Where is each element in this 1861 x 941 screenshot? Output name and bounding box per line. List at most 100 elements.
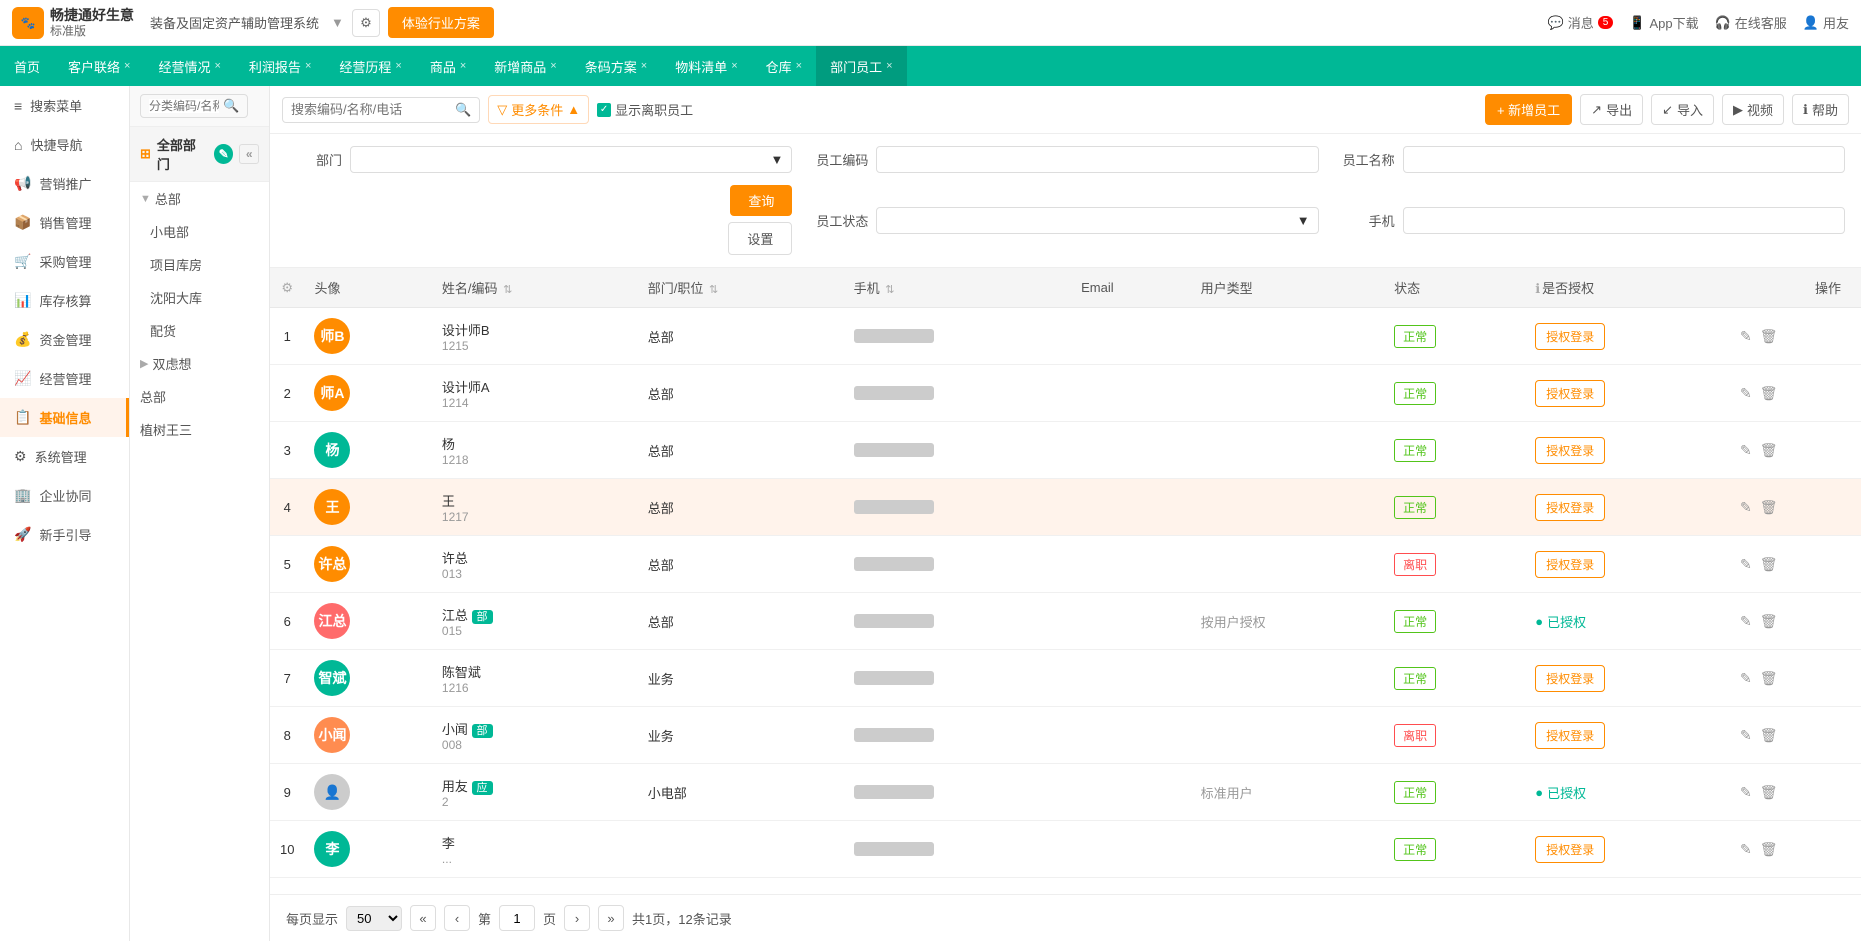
- nav-tab-首页[interactable]: 首页: [0, 46, 54, 86]
- delete-button[interactable]: 🗑: [1760, 727, 1778, 744]
- dept-node-小电部[interactable]: 小电部: [130, 215, 269, 248]
- edit-button[interactable]: ✎: [1740, 841, 1752, 858]
- dept-sort-icon[interactable]: ⇅: [709, 284, 718, 296]
- dept-all-item[interactable]: ⊞ 全部部门 ✎ «: [130, 127, 269, 182]
- dept-node-项目库房[interactable]: 项目库房: [130, 248, 269, 281]
- user-item[interactable]: 👤 用友: [1803, 13, 1849, 32]
- emp-status-select[interactable]: ▼: [876, 207, 1318, 234]
- sidebar-item-basic[interactable]: 📋基础信息: [0, 398, 129, 437]
- phone-sort-icon[interactable]: ⇅: [885, 284, 894, 296]
- dept-select[interactable]: ▼: [350, 146, 792, 173]
- page-size-select[interactable]: 50 20 100: [346, 906, 402, 931]
- current-page-input[interactable]: [499, 905, 535, 931]
- dept-collapse-btn[interactable]: ✎: [214, 144, 234, 164]
- sidebar-item-operation[interactable]: 📈经营管理: [0, 359, 129, 398]
- nav-tab-经营情况[interactable]: 经营情况×: [144, 46, 234, 86]
- close-tab-icon[interactable]: ×: [214, 60, 220, 72]
- delete-button[interactable]: 🗑: [1760, 613, 1778, 630]
- authorize-button[interactable]: 授权登录: [1535, 551, 1605, 578]
- reset-button[interactable]: 设置: [728, 222, 792, 255]
- dept-node-配货[interactable]: 配货: [130, 314, 269, 347]
- delete-button[interactable]: 🗑: [1760, 328, 1778, 345]
- nav-tab-条码方案[interactable]: 条码方案×: [571, 46, 661, 86]
- online-service-item[interactable]: 🎧 在线客服: [1715, 13, 1787, 32]
- show-resigned-checkbox[interactable]: ✓: [597, 103, 611, 117]
- last-page-btn[interactable]: »: [598, 905, 624, 931]
- prev-page-btn[interactable]: ‹: [444, 905, 470, 931]
- sidebar-item-quick-nav[interactable]: ⌂快捷导航: [0, 125, 129, 164]
- authorize-button[interactable]: 授权登录: [1535, 836, 1605, 863]
- sidebar-item-capital[interactable]: 💰资金管理: [0, 320, 129, 359]
- view-button[interactable]: ▶ 视频: [1722, 94, 1784, 125]
- authorize-button[interactable]: 授权登录: [1535, 494, 1605, 521]
- sidebar-item-inventory[interactable]: 📊库存核算: [0, 281, 129, 320]
- close-tab-icon[interactable]: ×: [460, 60, 466, 72]
- close-tab-icon[interactable]: ×: [731, 60, 737, 72]
- sidebar-item-system[interactable]: ⚙系统管理: [0, 437, 129, 476]
- first-page-btn[interactable]: «: [410, 905, 436, 931]
- dept-search-box[interactable]: 🔍: [140, 94, 248, 118]
- next-page-btn[interactable]: ›: [564, 905, 590, 931]
- close-tab-icon[interactable]: ×: [796, 60, 802, 72]
- dept-search-input[interactable]: [149, 99, 219, 113]
- settings-button[interactable]: ⚙: [352, 9, 380, 37]
- edit-button[interactable]: ✎: [1740, 556, 1752, 573]
- add-employee-button[interactable]: + 新增员工: [1485, 94, 1572, 125]
- authorize-button[interactable]: 授权登录: [1535, 665, 1605, 692]
- sidebar-item-enterprise[interactable]: 🏢企业协同: [0, 476, 129, 515]
- sidebar-item-search[interactable]: ≡搜索菜单: [0, 86, 129, 125]
- nav-tab-商品[interactable]: 商品×: [416, 46, 480, 86]
- sidebar-item-marketing[interactable]: 📢营销推广: [0, 164, 129, 203]
- delete-button[interactable]: 🗑: [1760, 784, 1778, 801]
- delete-button[interactable]: 🗑: [1760, 385, 1778, 402]
- emp-name-input[interactable]: [1403, 146, 1845, 173]
- edit-button[interactable]: ✎: [1740, 442, 1752, 459]
- nav-tab-新增商品[interactable]: 新增商品×: [480, 46, 570, 86]
- edit-button[interactable]: ✎: [1740, 670, 1752, 687]
- sidebar-item-guide[interactable]: 🚀新手引导: [0, 515, 129, 554]
- dept-arrow-btn[interactable]: «: [239, 144, 259, 164]
- close-tab-icon[interactable]: ×: [641, 60, 647, 72]
- nav-tab-利润报告[interactable]: 利润报告×: [235, 46, 325, 86]
- close-tab-icon[interactable]: ×: [305, 60, 311, 72]
- show-resigned-toggle[interactable]: ✓ 显示离职员工: [597, 100, 693, 119]
- app-download-item[interactable]: 📱 App下载: [1629, 13, 1698, 32]
- more-conditions-btn[interactable]: ▽ 更多条件 ▲: [488, 95, 589, 124]
- edit-button[interactable]: ✎: [1740, 499, 1752, 516]
- edit-button[interactable]: ✎: [1740, 328, 1752, 345]
- close-tab-icon[interactable]: ×: [886, 60, 892, 72]
- sidebar-item-purchase[interactable]: 🛒采购管理: [0, 242, 129, 281]
- message-item[interactable]: 💬 消息 5: [1548, 13, 1614, 32]
- close-tab-icon[interactable]: ×: [124, 60, 130, 72]
- delete-button[interactable]: 🗑: [1760, 670, 1778, 687]
- edit-button[interactable]: ✎: [1740, 613, 1752, 630]
- nav-tab-部门员工[interactable]: 部门员工×: [816, 46, 906, 86]
- nav-tab-经营历程[interactable]: 经营历程×: [325, 46, 415, 86]
- dept-node-总部[interactable]: 总部: [130, 380, 269, 413]
- delete-button[interactable]: 🗑: [1760, 841, 1778, 858]
- close-tab-icon[interactable]: ×: [550, 60, 556, 72]
- dept-node-植树王三[interactable]: 植树王三: [130, 413, 269, 446]
- employee-search-wrap[interactable]: 🔍: [282, 97, 480, 123]
- sidebar-item-sales[interactable]: 📦销售管理: [0, 203, 129, 242]
- dept-node-双虑想[interactable]: ▶双虑想: [130, 347, 269, 380]
- help-button[interactable]: ℹ 帮助: [1792, 94, 1849, 125]
- delete-button[interactable]: 🗑: [1760, 556, 1778, 573]
- employee-search-input[interactable]: [291, 102, 451, 117]
- delete-button[interactable]: 🗑: [1760, 499, 1778, 516]
- nav-tab-仓库[interactable]: 仓库×: [752, 46, 816, 86]
- emp-code-input[interactable]: [876, 146, 1318, 173]
- edit-button[interactable]: ✎: [1740, 784, 1752, 801]
- edit-button[interactable]: ✎: [1740, 727, 1752, 744]
- phone-input[interactable]: [1403, 207, 1845, 234]
- dept-search-icon[interactable]: 🔍: [223, 98, 239, 114]
- export-button[interactable]: ↗ 导出: [1580, 94, 1643, 125]
- authorize-button[interactable]: 授权登录: [1535, 380, 1605, 407]
- delete-button[interactable]: 🗑: [1760, 442, 1778, 459]
- close-tab-icon[interactable]: ×: [395, 60, 401, 72]
- settings-col-icon[interactable]: ⚙: [281, 280, 293, 295]
- query-button[interactable]: 查询: [730, 185, 792, 216]
- nav-tab-客户联络[interactable]: 客户联络×: [54, 46, 144, 86]
- authorize-button[interactable]: 授权登录: [1535, 323, 1605, 350]
- name-sort-icon[interactable]: ⇅: [503, 284, 512, 296]
